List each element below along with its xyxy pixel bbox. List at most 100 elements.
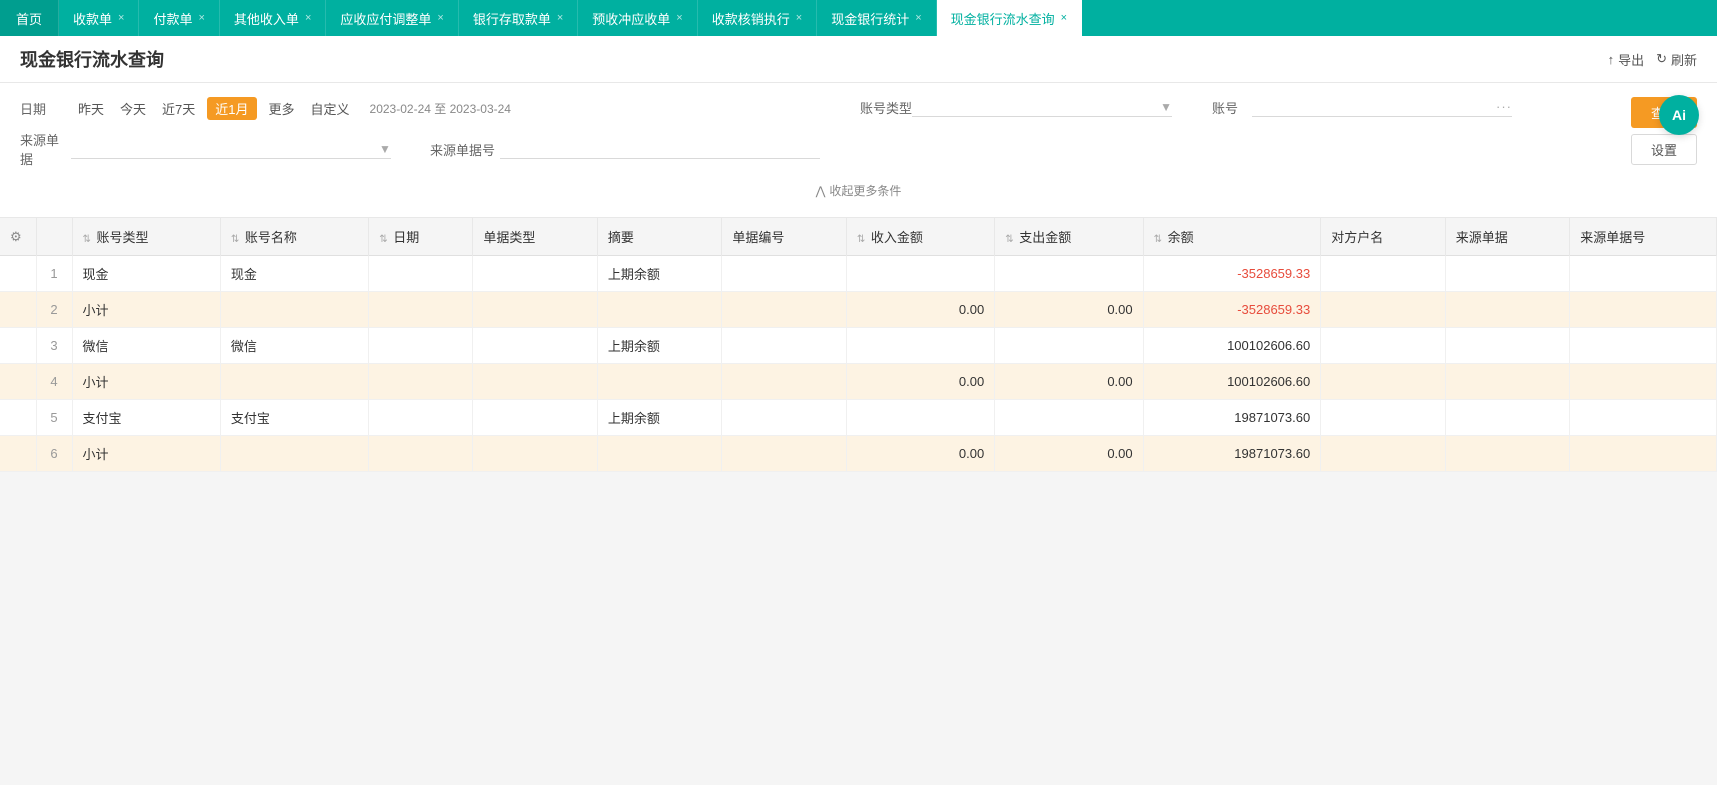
date-cell <box>369 256 473 292</box>
doc-no-cell <box>722 328 847 364</box>
nav-tab-2-close[interactable]: × <box>198 12 204 24</box>
row-gear-cell <box>0 364 36 400</box>
page-header: 现金银行流水查询 ↑ 导出 ↻ 刷新 <box>0 36 1717 83</box>
account-type-input-wrap: ▼ <box>912 97 1172 117</box>
nav-home[interactable]: 首页 <box>0 0 59 36</box>
th-doc-no-label: 单据编号 <box>732 230 784 245</box>
nav-tab-7[interactable]: 收款核销执行 × <box>698 0 817 36</box>
nav-tab-1-close[interactable]: × <box>118 12 124 24</box>
account-label: 账号 <box>1212 98 1252 117</box>
th-summary: 摘要 <box>597 218 722 256</box>
th-source-doc: 来源单据 <box>1445 218 1570 256</box>
th-expense[interactable]: ⇅ 支出金额 <box>995 218 1143 256</box>
nav-tab-6-close[interactable]: × <box>676 12 682 24</box>
counterpart-cell <box>1321 436 1446 472</box>
th-doc-no: 单据编号 <box>722 218 847 256</box>
nav-tab-6[interactable]: 预收冲应收单 × <box>578 0 697 36</box>
th-account-type-label: 账号类型 <box>97 230 149 245</box>
account-type-dropdown-icon[interactable]: ▼ <box>1160 100 1172 114</box>
expense-cell: 0.00 <box>995 292 1143 328</box>
income-cell <box>846 256 994 292</box>
export-label: 导出 <box>1618 50 1644 69</box>
nav-tab-5[interactable]: 银行存取款单 × <box>459 0 578 36</box>
source-doc-no-cell <box>1570 436 1717 472</box>
nav-tab-1[interactable]: 收款单 × <box>59 0 139 36</box>
nav-tab-4-close[interactable]: × <box>437 12 443 24</box>
table-row: 2小计0.000.00-3528659.33 <box>0 292 1717 328</box>
th-source-doc-no: 来源单据号 <box>1570 218 1717 256</box>
th-date[interactable]: ⇅ 日期 <box>369 218 473 256</box>
row-gear-cell <box>0 400 36 436</box>
account-type-cell: 现金 <box>72 256 220 292</box>
ai-assistant-button[interactable]: Ai <box>1659 95 1699 135</box>
date-btn-custom[interactable]: 自定义 <box>307 97 354 120</box>
doc-type-cell <box>473 436 598 472</box>
th-account-name[interactable]: ⇅ 账号名称 <box>220 218 368 256</box>
table-row: 4小计0.000.00100102606.60 <box>0 364 1717 400</box>
account-ellipsis[interactable]: ··· <box>1496 99 1512 114</box>
counterpart-cell <box>1321 292 1446 328</box>
refresh-label: 刷新 <box>1671 50 1697 69</box>
nav-tab-2[interactable]: 付款单 × <box>139 0 219 36</box>
nav-tab-8-close[interactable]: × <box>915 12 921 24</box>
date-cell <box>369 328 473 364</box>
th-income-label: 收入金额 <box>871 230 923 245</box>
counterpart-cell <box>1321 364 1446 400</box>
summary-cell <box>597 292 722 328</box>
nav-tab-3-label: 其他收入单 <box>234 9 299 28</box>
nav-tab-9[interactable]: 现金银行流水查询 × <box>937 0 1082 36</box>
account-name-cell <box>220 364 368 400</box>
refresh-button[interactable]: ↻ 刷新 <box>1656 50 1697 69</box>
account-type-row: 账号类型 ▼ 账号 ··· <box>860 97 1611 117</box>
data-table-container: ⚙ ⇅ 账号类型 ⇅ 账号名称 ⇅ 日期 单据类型 <box>0 218 1717 472</box>
account-type-cell: 微信 <box>72 328 220 364</box>
source-doc-input[interactable] <box>71 141 379 156</box>
income-cell <box>846 328 994 364</box>
th-income[interactable]: ⇅ 收入金额 <box>846 218 994 256</box>
row-number: 4 <box>36 364 72 400</box>
doc-no-cell <box>722 256 847 292</box>
date-label: 日期 <box>20 99 70 118</box>
source-doc-dropdown-icon[interactable]: ▼ <box>379 142 391 156</box>
date-btn-yesterday[interactable]: 昨天 <box>74 97 108 120</box>
nav-tab-8[interactable]: 现金银行统计 × <box>817 0 936 36</box>
header-actions: ↑ 导出 ↻ 刷新 <box>1608 50 1697 69</box>
nav-tab-4[interactable]: 应收应付调整单 × <box>326 0 458 36</box>
sort-account-name-icon: ⇅ <box>231 234 239 245</box>
collapse-bar[interactable]: ⋀ 收起更多条件 <box>20 178 1697 207</box>
row-gear-cell <box>0 436 36 472</box>
income-cell <box>846 400 994 436</box>
counterpart-cell <box>1321 256 1446 292</box>
nav-tab-9-close[interactable]: × <box>1061 12 1067 24</box>
nav-tab-3[interactable]: 其他收入单 × <box>220 0 326 36</box>
date-cell <box>369 400 473 436</box>
refresh-icon: ↻ <box>1656 51 1667 67</box>
th-account-type[interactable]: ⇅ 账号类型 <box>72 218 220 256</box>
source-doc-row: 来源单据 ▼ 来源单据号 <box>20 130 820 168</box>
date-btn-more[interactable]: 更多 <box>265 97 299 120</box>
date-btn-7days[interactable]: 近7天 <box>158 97 199 120</box>
date-btn-1month[interactable]: 近1月 <box>207 97 256 120</box>
source-doc-no-cell <box>1570 328 1717 364</box>
export-button[interactable]: ↑ 导出 <box>1608 50 1645 69</box>
date-btn-today[interactable]: 今天 <box>116 97 150 120</box>
balance-cell: 19871073.60 <box>1143 400 1321 436</box>
doc-no-cell <box>722 400 847 436</box>
source-doc-no-input[interactable] <box>500 141 820 156</box>
summary-cell: 上期余额 <box>597 328 722 364</box>
th-row-num <box>36 218 72 256</box>
account-input[interactable] <box>1252 99 1496 114</box>
source-doc-no-input-wrap <box>500 139 820 159</box>
source-doc-no-cell <box>1570 256 1717 292</box>
th-balance[interactable]: ⇅ 余额 <box>1143 218 1321 256</box>
nav-tab-5-close[interactable]: × <box>557 12 563 24</box>
th-account-name-label: 账号名称 <box>245 230 297 245</box>
nav-tab-3-close[interactable]: × <box>305 12 311 24</box>
table-settings-icon[interactable]: ⚙ <box>10 229 22 244</box>
nav-tab-7-close[interactable]: × <box>796 12 802 24</box>
account-type-input[interactable] <box>912 99 1160 114</box>
account-type-cell: 小计 <box>72 436 220 472</box>
doc-type-cell <box>473 400 598 436</box>
settings-button[interactable]: 设置 <box>1631 134 1697 165</box>
table-row: 1现金现金上期余额-3528659.33 <box>0 256 1717 292</box>
